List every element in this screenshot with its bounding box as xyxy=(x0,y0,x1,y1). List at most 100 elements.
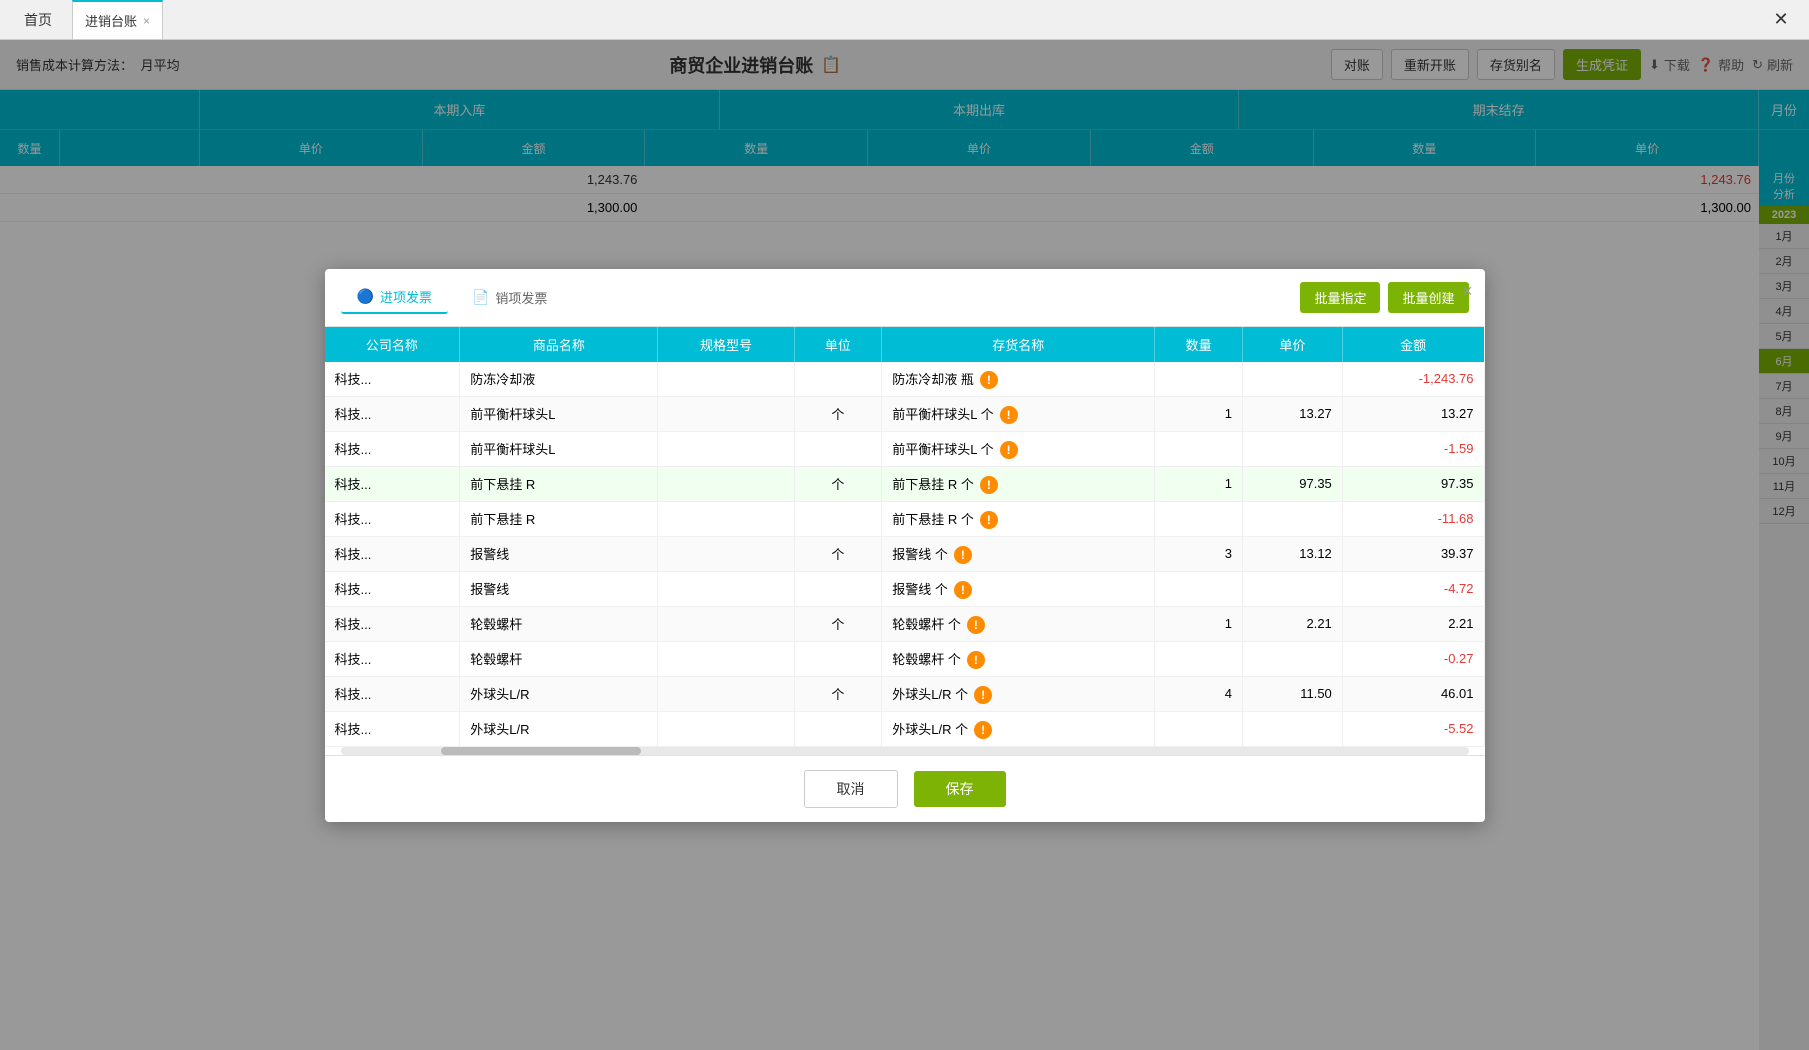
save-button[interactable]: 保存 xyxy=(914,771,1006,807)
modal-footer: 取消 保存 xyxy=(325,755,1485,822)
table-cell: 2.21 xyxy=(1342,606,1484,641)
outgoing-icon: 📄 xyxy=(472,289,489,306)
table-cell: 13.12 xyxy=(1242,536,1342,571)
cancel-button[interactable]: 取消 xyxy=(804,770,898,808)
table-row[interactable]: 科技...外球头L/R个外球头L/R 个!411.5046.01 xyxy=(325,676,1485,711)
table-cell: 个 xyxy=(794,676,882,711)
tab-outgoing-invoice[interactable]: 📄 销项发票 xyxy=(456,282,563,313)
table-cell: 科技... xyxy=(325,606,460,641)
tab-home[interactable]: 首页 xyxy=(8,0,68,39)
tab-close-icon[interactable]: × xyxy=(143,14,150,28)
table-cell xyxy=(658,536,794,571)
modal-close-button[interactable]: × xyxy=(1462,281,1473,302)
table-cell: 97.35 xyxy=(1242,466,1342,501)
table-cell: 报警线 xyxy=(460,536,658,571)
table-row[interactable]: 科技...前平衡杆球头L个前平衡杆球头L 个!113.2713.27 xyxy=(325,396,1485,431)
warning-icon: ! xyxy=(980,371,998,389)
table-cell: 报警线 xyxy=(460,571,658,606)
table-cell xyxy=(658,606,794,641)
table-cell: 1 xyxy=(1155,396,1243,431)
modal-overlay: 🔵 进项发票 📄 销项发票 批量指定 批量创建 × xyxy=(0,40,1809,1050)
table-cell: 46.01 xyxy=(1342,676,1484,711)
table-cell: 报警线 个! xyxy=(882,571,1155,606)
table-cell xyxy=(658,711,794,746)
table-cell: 科技... xyxy=(325,711,460,746)
table-cell xyxy=(794,362,882,397)
table-cell: -4.72 xyxy=(1342,571,1484,606)
table-row[interactable]: 科技...轮毂螺杆轮毂螺杆 个!-0.27 xyxy=(325,641,1485,676)
table-row[interactable]: 科技...报警线 个报警线 个!313.1239.37 xyxy=(325,536,1485,571)
table-cell xyxy=(658,571,794,606)
warning-icon: ! xyxy=(974,721,992,739)
table-cell: 科技... xyxy=(325,362,460,397)
table-cell xyxy=(1155,571,1243,606)
table-cell xyxy=(1242,571,1342,606)
table-row[interactable]: 科技...防冻冷却液防冻冷却液 瓶!-1,243.76 xyxy=(325,362,1485,397)
col-quantity: 数量 xyxy=(1155,327,1243,362)
table-cell xyxy=(658,676,794,711)
table-row[interactable]: 科技...轮毂螺杆个轮毂螺杆 个!12.212.21 xyxy=(325,606,1485,641)
table-cell xyxy=(794,711,882,746)
window-close-button[interactable]: ✕ xyxy=(1761,0,1801,40)
table-cell xyxy=(1242,641,1342,676)
table-cell: 科技... xyxy=(325,431,460,466)
col-unit-price: 单价 xyxy=(1242,327,1342,362)
table-cell: 前平衡杆球头L xyxy=(460,396,658,431)
warning-icon: ! xyxy=(980,511,998,529)
table-row[interactable]: 科技...前下悬挂 R前下悬挂 R 个!-11.68 xyxy=(325,501,1485,536)
table-cell xyxy=(1242,362,1342,397)
table-cell: 外球头L/R 个! xyxy=(882,711,1155,746)
table-cell: 轮毂螺杆 个! xyxy=(882,641,1155,676)
tab-active[interactable]: 进销台账 × xyxy=(72,0,163,39)
table-cell: 个 xyxy=(794,466,882,501)
table-cell: 科技... xyxy=(325,536,460,571)
horizontal-scrollbar[interactable] xyxy=(341,747,1469,755)
tab-active-label: 进销台账 xyxy=(85,11,137,30)
modal-action-buttons: 批量指定 批量创建 xyxy=(1300,282,1468,313)
modal-table-body: 科技...防冻冷却液防冻冷却液 瓶!-1,243.76科技...前平衡杆球头L个… xyxy=(325,362,1485,747)
table-cell xyxy=(1155,641,1243,676)
table-cell xyxy=(794,571,882,606)
col-amount: 金额 xyxy=(1342,327,1484,362)
table-cell xyxy=(1155,431,1243,466)
table-cell: 科技... xyxy=(325,396,460,431)
table-cell: 防冻冷却液 xyxy=(460,362,658,397)
table-cell xyxy=(658,466,794,501)
table-cell xyxy=(658,641,794,676)
table-row[interactable]: 科技...外球头L/R外球头L/R 个!-5.52 xyxy=(325,711,1485,746)
table-cell: 前下悬挂 R 个! xyxy=(882,501,1155,536)
table-cell xyxy=(658,362,794,397)
table-cell: 前下悬挂 R 个! xyxy=(882,466,1155,501)
table-cell: 个 xyxy=(794,536,882,571)
table-cell: 个 xyxy=(794,606,882,641)
table-row[interactable]: 科技...前下悬挂 R个前下悬挂 R 个!197.3597.35 xyxy=(325,466,1485,501)
table-cell: 科技... xyxy=(325,501,460,536)
table-header-row: 公司名称 商品名称 规格型号 单位 存货名称 数量 单价 金额 xyxy=(325,327,1485,362)
table-cell: 3 xyxy=(1155,536,1243,571)
table-cell: 1 xyxy=(1155,606,1243,641)
warning-icon: ! xyxy=(954,581,972,599)
col-inventory: 存货名称 xyxy=(882,327,1155,362)
col-company: 公司名称 xyxy=(325,327,460,362)
table-cell: -1,243.76 xyxy=(1342,362,1484,397)
table-row[interactable]: 科技...前平衡杆球头L前平衡杆球头L 个!-1.59 xyxy=(325,431,1485,466)
table-cell: 39.37 xyxy=(1342,536,1484,571)
tab-incoming-invoice[interactable]: 🔵 进项发票 xyxy=(341,281,448,314)
table-cell: 前下悬挂 R xyxy=(460,501,658,536)
modal-table: 公司名称 商品名称 规格型号 单位 存货名称 数量 单价 金额 科技...防冻冷… xyxy=(325,327,1485,747)
col-unit: 单位 xyxy=(794,327,882,362)
table-cell: 13.27 xyxy=(1242,396,1342,431)
batch-assign-button[interactable]: 批量指定 xyxy=(1300,282,1380,313)
table-cell xyxy=(794,641,882,676)
modal-header: 🔵 进项发票 📄 销项发票 批量指定 批量创建 × xyxy=(325,269,1485,327)
table-row[interactable]: 科技...报警线报警线 个!-4.72 xyxy=(325,571,1485,606)
batch-create-button[interactable]: 批量创建 xyxy=(1388,282,1468,313)
table-cell: 轮毂螺杆 xyxy=(460,641,658,676)
warning-icon: ! xyxy=(967,651,985,669)
table-cell: 前平衡杆球头L xyxy=(460,431,658,466)
table-cell xyxy=(794,501,882,536)
table-cell: 个 xyxy=(794,396,882,431)
scrollbar-thumb[interactable] xyxy=(441,747,641,755)
table-cell: 报警线 个! xyxy=(882,536,1155,571)
table-cell: -5.52 xyxy=(1342,711,1484,746)
